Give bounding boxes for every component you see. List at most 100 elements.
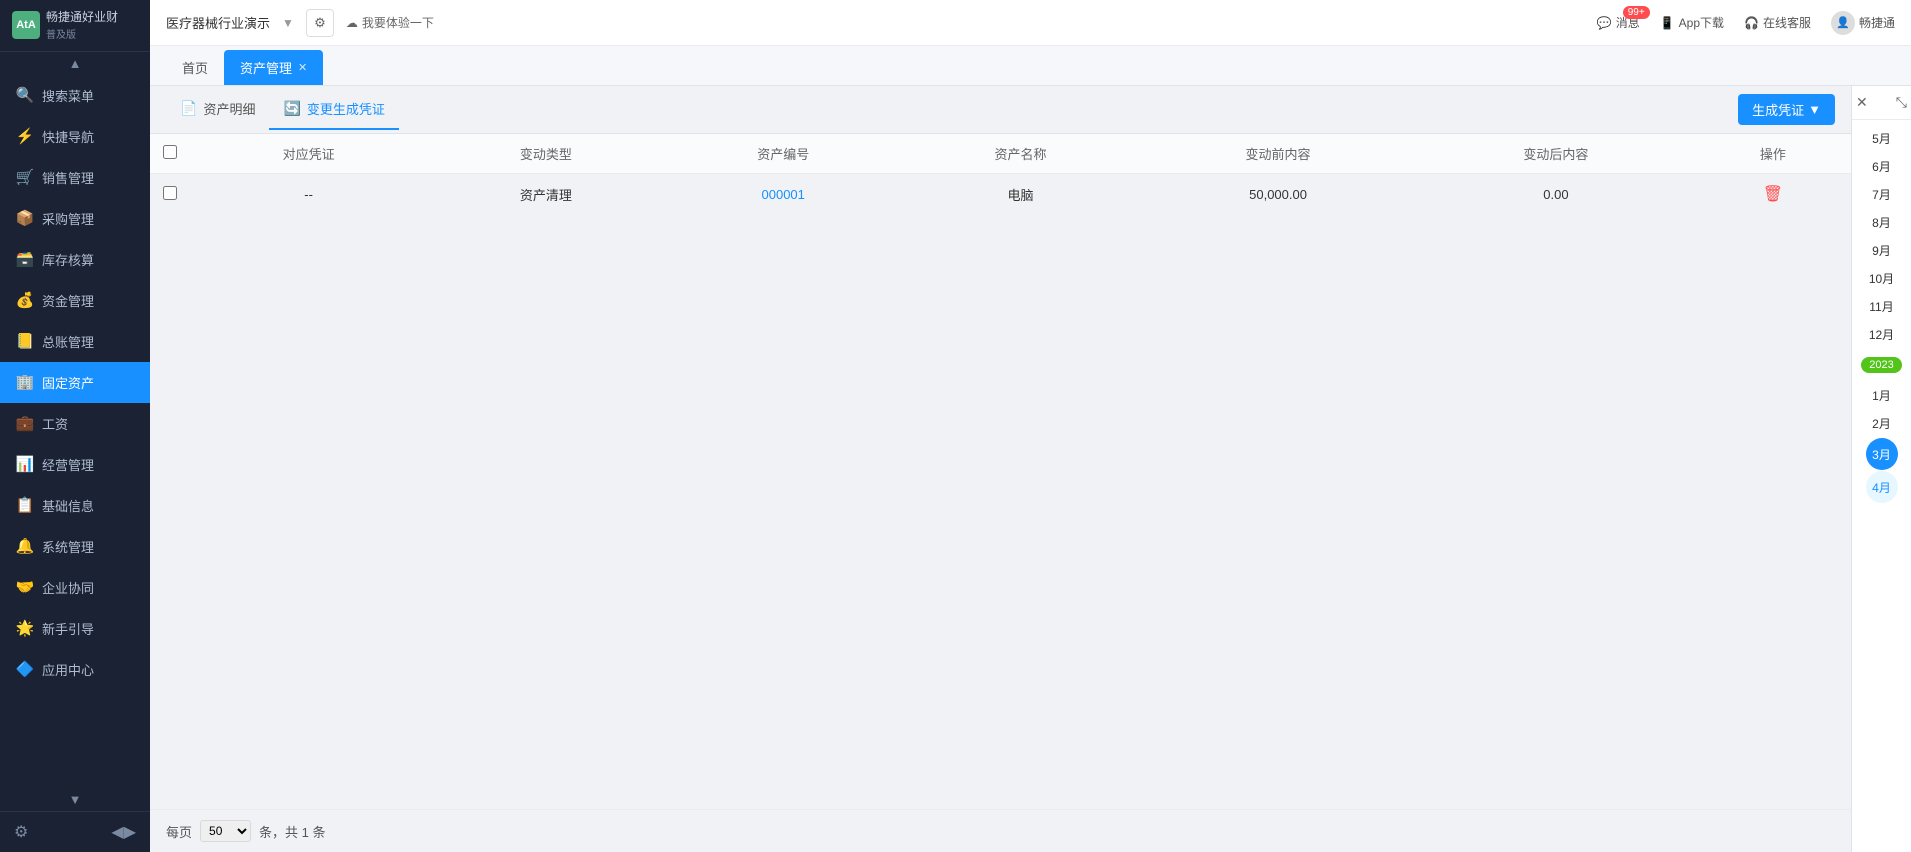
- calendar-month-9[interactable]: 9月: [1860, 237, 1903, 264]
- calendar-month-2023-2[interactable]: 2月: [1860, 410, 1903, 437]
- calendar-month-7[interactable]: 7月: [1860, 181, 1903, 208]
- tab-asset-management[interactable]: 资产管理 ✕: [224, 50, 323, 85]
- experience-label: 我要体验一下: [362, 14, 434, 31]
- sidebar-item-basic-info[interactable]: 📋 基础信息: [0, 485, 150, 526]
- calendar-month-5[interactable]: 5月: [1860, 125, 1903, 152]
- sub-tab-asset-detail[interactable]: 📄 资产明细: [166, 89, 269, 130]
- year-2023-badge[interactable]: 2023: [1861, 357, 1901, 373]
- sidebar-item-inventory[interactable]: 🗃️ 库存核算: [0, 239, 150, 280]
- total-label: 条，共 1 条: [259, 822, 325, 841]
- header-actions: 操作: [1695, 134, 1851, 174]
- sidebar-item-enterprise[interactable]: 🤝 企业协同: [0, 567, 150, 608]
- search-icon: 🔍: [16, 86, 34, 104]
- sub-tab1-label: 资产明细: [203, 99, 255, 118]
- per-page-select[interactable]: 10 20 50 100: [200, 820, 251, 842]
- experience-button[interactable]: ☁ 我要体验一下: [346, 14, 434, 31]
- header-asset-code: 资产编号: [665, 134, 902, 174]
- customer-service-button[interactable]: 🎧 在线客服: [1744, 14, 1811, 31]
- calendar-month-12[interactable]: 12月: [1860, 321, 1903, 348]
- sidebar-item-capital[interactable]: 💰 资金管理: [0, 280, 150, 321]
- enterprise-label: 企业协同: [42, 578, 94, 597]
- right-panel-close-button[interactable]: ✕: [1856, 94, 1868, 111]
- app-version: 普及版: [46, 26, 118, 41]
- operations-label: 经营管理: [42, 455, 94, 474]
- quick-nav-label: 快捷导航: [42, 127, 94, 146]
- delete-row-button[interactable]: 🗑: [1763, 186, 1783, 203]
- sidebar-item-system[interactable]: 🔔 系统管理: [0, 526, 150, 567]
- calendar-month-8[interactable]: 8月: [1860, 209, 1903, 236]
- system-label: 系统管理: [42, 537, 94, 556]
- content-body: 📄 资产明细 🔄 变更生成凭证 生成凭证 ▼: [150, 86, 1911, 852]
- sales-label: 销售管理: [42, 168, 94, 187]
- company-dropdown-icon[interactable]: ▼: [282, 16, 294, 30]
- chevron-down-icon: ▼: [1808, 102, 1821, 117]
- calendar-scroll: 5月 6月 7月 8月 9月 10月 11月 12月 2023 1月 2月: [1852, 120, 1911, 852]
- sidebar-logo: AtA 畅捷通好业财 普及版: [0, 0, 150, 52]
- calendar-month-6[interactable]: 6月: [1860, 153, 1903, 180]
- ledger-label: 总账管理: [42, 332, 94, 351]
- tab-asset-management-label: 资产管理: [240, 58, 292, 77]
- app-name: 畅捷通好业财: [46, 10, 118, 26]
- right-panel-expand-button[interactable]: ⤡: [1896, 94, 1907, 111]
- guide-label: 新手引导: [42, 619, 94, 638]
- messages-badge: 99+: [1623, 6, 1650, 19]
- sidebar-item-fixed-assets[interactable]: 🏢 固定资产: [0, 362, 150, 403]
- ledger-icon: 📒: [16, 332, 34, 350]
- cell-asset-code: 000001: [665, 174, 902, 215]
- calendar-month-10[interactable]: 10月: [1860, 265, 1903, 292]
- settings-icon[interactable]: ⚙: [14, 822, 28, 842]
- sidebar-item-app-center[interactable]: 🔷 应用中心: [0, 649, 150, 690]
- guide-icon: 🌟: [16, 619, 34, 637]
- sub-tab-change-voucher[interactable]: 🔄 变更生成凭证: [269, 89, 398, 130]
- tab-close-icon[interactable]: ✕: [298, 61, 307, 74]
- calendar-month-11[interactable]: 11月: [1860, 293, 1903, 320]
- collapse-icon[interactable]: ◀▶: [111, 822, 136, 842]
- sidebar-scroll-down[interactable]: ▼: [0, 788, 150, 811]
- calendar-month-2023-4[interactable]: 4月: [1866, 471, 1898, 503]
- app-download-button[interactable]: 📱 App下载: [1660, 14, 1724, 31]
- tab-home[interactable]: 首页: [166, 50, 224, 85]
- quick-nav-icon: ⚡: [16, 127, 34, 145]
- sidebar-item-ledger[interactable]: 📒 总账管理: [0, 321, 150, 362]
- sidebar-item-sales[interactable]: 🛒 销售管理: [0, 157, 150, 198]
- main-table-area: 📄 资产明细 🔄 变更生成凭证 生成凭证 ▼: [150, 86, 1851, 852]
- header-before-content: 变动前内容: [1139, 134, 1417, 174]
- sidebar-item-purchase[interactable]: 📦 采购管理: [0, 198, 150, 239]
- logo-icon: AtA: [12, 11, 40, 39]
- sidebar-item-search[interactable]: 🔍 搜索菜单: [0, 75, 150, 116]
- basic-info-icon: 📋: [16, 496, 34, 514]
- messages-icon: 💬: [1597, 16, 1612, 30]
- purchase-label: 采购管理: [42, 209, 94, 228]
- user-menu[interactable]: 👤 畅捷通: [1831, 11, 1895, 35]
- nav-tabs: 首页 资产管理 ✕: [150, 46, 1911, 86]
- sidebar-bottom: ⚙ ◀▶: [0, 811, 150, 852]
- system-icon: 🔔: [16, 537, 34, 555]
- row-checkbox[interactable]: [163, 186, 177, 200]
- change-icon: 🔄: [283, 100, 300, 117]
- cloud-icon: ☁: [346, 16, 358, 30]
- app-center-icon: 🔷: [16, 660, 34, 678]
- header-asset-name: 资产名称: [902, 134, 1139, 174]
- calendar-month-2023-1[interactable]: 1月: [1860, 382, 1903, 409]
- sales-icon: 🛒: [16, 168, 34, 186]
- phone-icon: 📱: [1660, 16, 1675, 30]
- messages-button[interactable]: 💬 消息 99+: [1597, 14, 1640, 31]
- select-all-checkbox[interactable]: [163, 145, 177, 159]
- sub-tabs: 📄 资产明细 🔄 变更生成凭证: [150, 89, 1738, 130]
- sidebar-item-salary[interactable]: 💼 工资: [0, 403, 150, 444]
- generate-voucher-button[interactable]: 生成凭证 ▼: [1738, 94, 1835, 125]
- company-name-label: 医疗器械行业演示: [166, 13, 270, 32]
- cell-after-content: 0.00: [1417, 174, 1695, 215]
- app-center-label: 应用中心: [42, 660, 94, 679]
- sidebar-scroll-up[interactable]: ▲: [0, 52, 150, 75]
- right-calendar-panel: ✕ ⤡ 5月 6月 7月 8月 9月 10月 11月 12月 2023: [1851, 86, 1911, 852]
- sidebar-item-guide[interactable]: 🌟 新手引导: [0, 608, 150, 649]
- sidebar-item-quick-nav[interactable]: ⚡ 快捷导航: [0, 116, 150, 157]
- right-panel-header: ✕ ⤡: [1852, 86, 1911, 120]
- calendar-month-2023-3[interactable]: 3月: [1866, 438, 1898, 470]
- table-icon: 📄: [180, 100, 197, 117]
- sidebar-item-operations[interactable]: 📊 经营管理: [0, 444, 150, 485]
- settings-button[interactable]: ⚙: [306, 9, 334, 37]
- cell-actions: 🗑: [1695, 174, 1851, 215]
- sub-tab2-label: 变更生成凭证: [307, 99, 385, 118]
